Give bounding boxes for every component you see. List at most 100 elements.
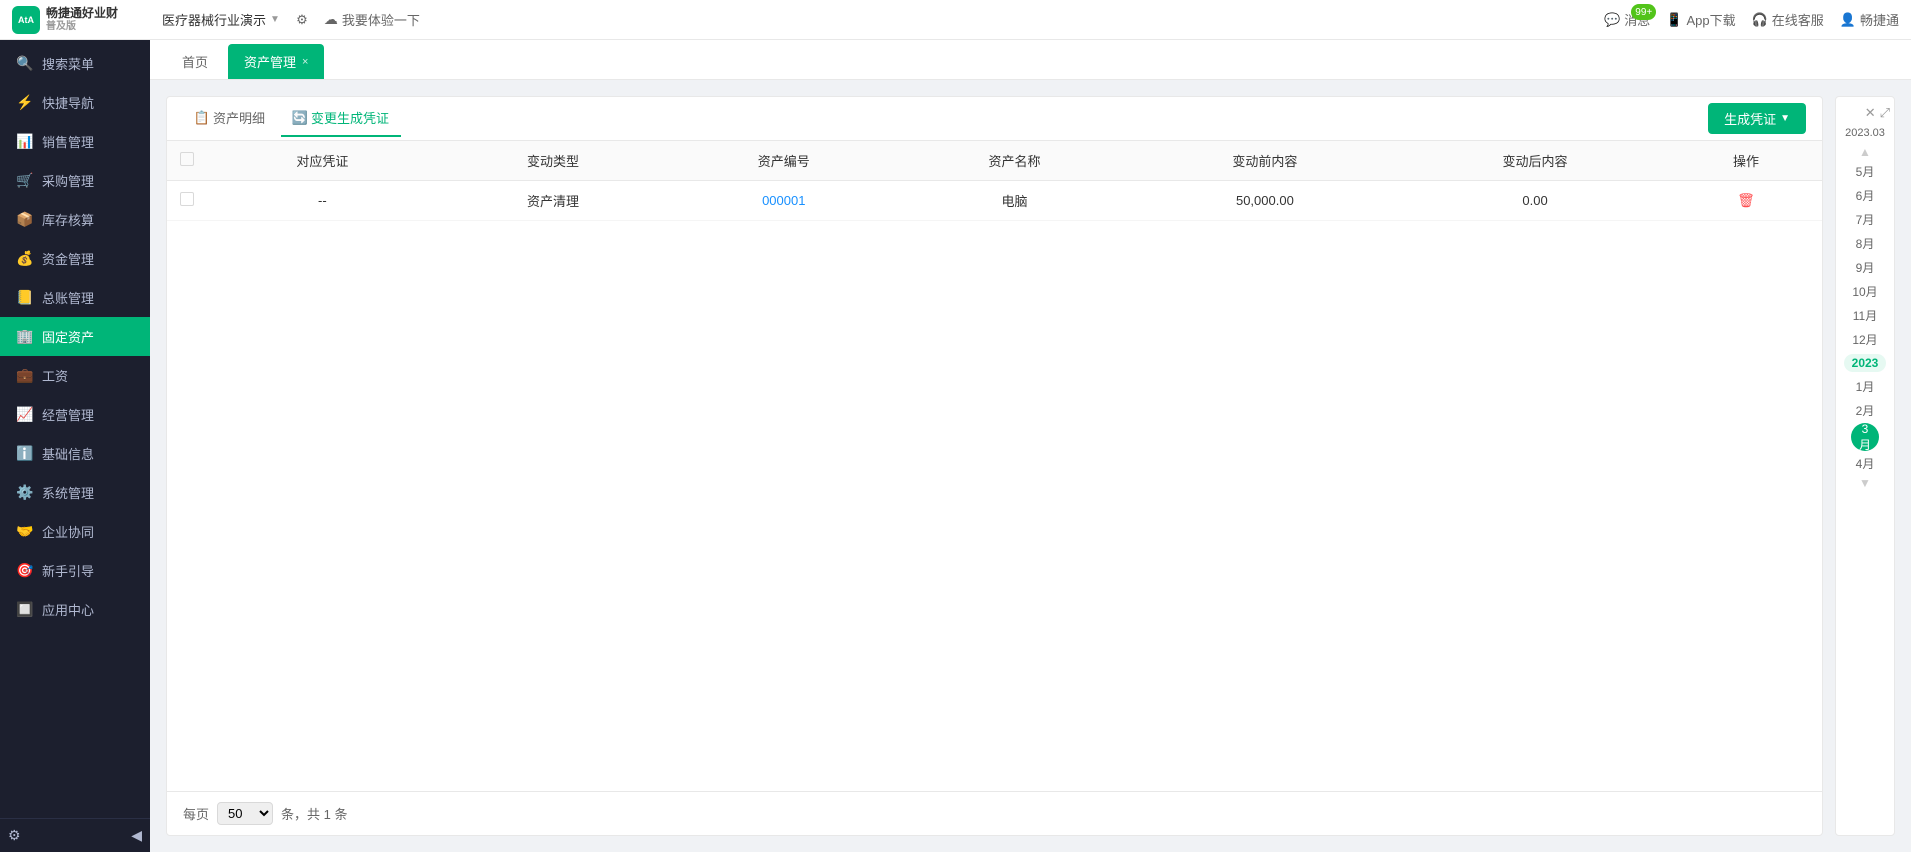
month-8[interactable]: 8月 — [1840, 232, 1890, 255]
sidebar-label-inventory: 库存核算 — [42, 210, 94, 229]
sidebar-item-payroll[interactable]: 💼 工资 — [0, 356, 150, 395]
sidebar-collapse-icon[interactable]: ◀ — [131, 827, 142, 844]
feedback-label: 我要体验一下 — [342, 10, 420, 29]
right-panel-header: ✕ ⤢ — [1840, 105, 1890, 121]
col-asset-no: 资产编号 — [668, 141, 899, 181]
tab-home-label: 首页 — [182, 55, 208, 70]
finance-icon: 💰 — [16, 250, 34, 268]
app-download-button[interactable]: 📱 App下载 — [1666, 10, 1735, 29]
sidebar-item-operations[interactable]: 📈 经营管理 — [0, 395, 150, 434]
messages-button[interactable]: 💬 消息 99+ — [1604, 10, 1650, 29]
sidebar-item-app-center[interactable]: 🔲 应用中心 — [0, 590, 150, 629]
month-10[interactable]: 10月 — [1840, 280, 1890, 303]
sidebar-item-fixed-assets[interactable]: 🏢 固定资产 — [0, 317, 150, 356]
main-panel: 📋 资产明细 🔄 变更生成凭证 生成凭证 ▼ — [166, 96, 1823, 836]
sidebar-label-payroll: 工资 — [42, 366, 68, 385]
month-1[interactable]: 1月 — [1840, 375, 1890, 398]
feedback-button[interactable]: ☁ 我要体验一下 — [324, 10, 420, 29]
asset-detail-tab-icon: 📋 — [195, 111, 209, 125]
user-button[interactable]: 👤 畅捷通 — [1840, 10, 1899, 29]
year-month-display: 2023.03 — [1845, 127, 1885, 139]
sidebar-nav: 🔍 搜索菜单 ⚡ 快捷导航 📊 销售管理 🛒 采购管理 📦 库存核算 💰 — [0, 40, 150, 818]
sidebar-label-quick-nav: 快捷导航 — [42, 93, 94, 112]
month-5[interactable]: 5月 — [1840, 160, 1890, 183]
sidebar-bottom: ⚙ ◀ — [0, 818, 150, 852]
top-bar-right: 💬 消息 99+ 📱 App下载 🎧 在线客服 👤 畅捷通 — [1604, 10, 1899, 29]
service-icon: 🎧 — [1752, 12, 1768, 28]
month-9[interactable]: 9月 — [1840, 256, 1890, 279]
user-icon: 👤 — [1840, 12, 1856, 28]
sub-tab-change-voucher[interactable]: 🔄 变更生成凭证 — [281, 100, 401, 137]
cooperation-icon: 🤝 — [16, 523, 34, 541]
month-3-active[interactable]: 3月 — [1851, 423, 1879, 451]
sidebar-label-operations: 经营管理 — [42, 405, 94, 424]
top-bar-center: 医疗器械行业演示 ▼ ⚙ ☁ 我要体验一下 — [162, 6, 1604, 34]
sub-tabs: 📋 资产明细 🔄 变更生成凭证 生成凭证 ▼ — [167, 97, 1822, 141]
sidebar-label-guide: 新手引导 — [42, 561, 94, 580]
row-op-cell: 🗑 — [1670, 181, 1822, 221]
month-4[interactable]: 4月 — [1840, 452, 1890, 475]
sidebar-item-guide[interactable]: 🎯 新手引导 — [0, 551, 150, 590]
month-list: ▲ 5月 6月 7月 8月 9月 10月 11月 12月 2023 1月 2月 … — [1840, 145, 1890, 490]
select-all-checkbox[interactable] — [180, 152, 194, 166]
table-area: 对应凭证 变动类型 资产编号 资产名称 变动前内容 变动后内容 操作 — [167, 141, 1822, 791]
sidebar-item-sales[interactable]: 📊 销售管理 — [0, 122, 150, 161]
pagination: 每页 50 10 20 100 条，共 1 条 — [167, 791, 1822, 835]
col-checkbox — [167, 141, 207, 181]
page-content: 📋 资产明细 🔄 变更生成凭证 生成凭证 ▼ — [150, 80, 1911, 852]
total-label: 条，共 1 条 — [281, 804, 347, 823]
company-name: 医疗器械行业演示 — [162, 10, 266, 29]
sidebar-label-purchase: 采购管理 — [42, 171, 94, 190]
sidebar-item-basic-info[interactable]: ℹ️ 基础信息 — [0, 434, 150, 473]
month-12[interactable]: 12月 — [1840, 328, 1890, 351]
sidebar-item-search[interactable]: 🔍 搜索菜单 — [0, 44, 150, 83]
sidebar-item-purchase[interactable]: 🛒 采购管理 — [0, 161, 150, 200]
scroll-up-arrow[interactable]: ▲ — [1859, 145, 1871, 159]
quick-nav-icon: ⚡ — [16, 94, 34, 112]
company-settings-button[interactable]: ⚙ — [288, 6, 316, 34]
sidebar-item-inventory[interactable]: 📦 库存核算 — [0, 200, 150, 239]
scroll-down-arrow[interactable]: ▼ — [1859, 476, 1871, 490]
per-page-select[interactable]: 50 10 20 100 — [217, 802, 273, 825]
top-bar: AtA 畅捷通好业财 普及版 医疗器械行业演示 ▼ ⚙ ☁ 我要体验一下 💬 消… — [0, 0, 1911, 40]
right-panel: ✕ ⤢ 2023.03 ▲ 5月 6月 7月 8月 9月 10月 11月 12月… — [1835, 96, 1895, 836]
logo-sub-text: 普及版 — [46, 21, 118, 33]
month-7[interactable]: 7月 — [1840, 208, 1890, 231]
search-icon: 🔍 — [16, 55, 34, 73]
service-button[interactable]: 🎧 在线客服 — [1752, 10, 1824, 29]
sidebar-item-quick-nav[interactable]: ⚡ 快捷导航 — [0, 83, 150, 122]
company-selector[interactable]: 医疗器械行业演示 ▼ — [162, 10, 280, 29]
month-6[interactable]: 6月 — [1840, 184, 1890, 207]
tab-close-button[interactable]: × — [302, 56, 308, 68]
fixed-assets-icon: 🏢 — [16, 328, 34, 346]
col-after: 变动后内容 — [1400, 141, 1670, 181]
sidebar-item-cooperation[interactable]: 🤝 企业协同 — [0, 512, 150, 551]
sidebar-item-system[interactable]: ⚙️ 系统管理 — [0, 473, 150, 512]
month-2[interactable]: 2月 — [1840, 399, 1890, 422]
service-label: 在线客服 — [1772, 10, 1824, 29]
tab-asset-management[interactable]: 资产管理 × — [228, 44, 324, 79]
row-checkbox[interactable] — [180, 192, 194, 206]
content-area: 首页 资产管理 × 📋 资产明细 🔄 变更生成凭证 — [150, 40, 1911, 852]
panel-close-icon[interactable]: ✕ — [1865, 105, 1876, 121]
col-before: 变动前内容 — [1130, 141, 1400, 181]
sidebar-item-finance[interactable]: 💰 资金管理 — [0, 239, 150, 278]
month-11[interactable]: 11月 — [1840, 304, 1890, 327]
data-table: 对应凭证 变动类型 资产编号 资产名称 变动前内容 变动后内容 操作 — [167, 141, 1822, 221]
table-row: -- 资产清理 000001 电脑 50,000.00 0.00 🗑 — [167, 181, 1822, 221]
purchase-icon: 🛒 — [16, 172, 34, 190]
payroll-icon: 💼 — [16, 367, 34, 385]
col-op: 操作 — [1670, 141, 1822, 181]
sidebar-label-search: 搜索菜单 — [42, 54, 94, 73]
main-layout: 🔍 搜索菜单 ⚡ 快捷导航 📊 销售管理 🛒 采购管理 📦 库存核算 💰 — [0, 40, 1911, 852]
sidebar-item-ledger[interactable]: 📒 总账管理 — [0, 278, 150, 317]
delete-icon[interactable]: 🗑 — [1737, 192, 1755, 208]
panel-expand-icon[interactable]: ⤢ — [1880, 105, 1890, 121]
app-center-icon: 🔲 — [16, 601, 34, 619]
sub-tab-asset-detail[interactable]: 📋 资产明细 — [183, 100, 277, 137]
year-section[interactable]: 2023 — [1844, 354, 1887, 372]
generate-voucher-button[interactable]: 生成凭证 ▼ — [1708, 103, 1806, 134]
row-asset-name: 电脑 — [899, 181, 1130, 221]
tab-home[interactable]: 首页 — [166, 44, 224, 79]
sidebar-settings-icon[interactable]: ⚙ — [8, 827, 21, 844]
